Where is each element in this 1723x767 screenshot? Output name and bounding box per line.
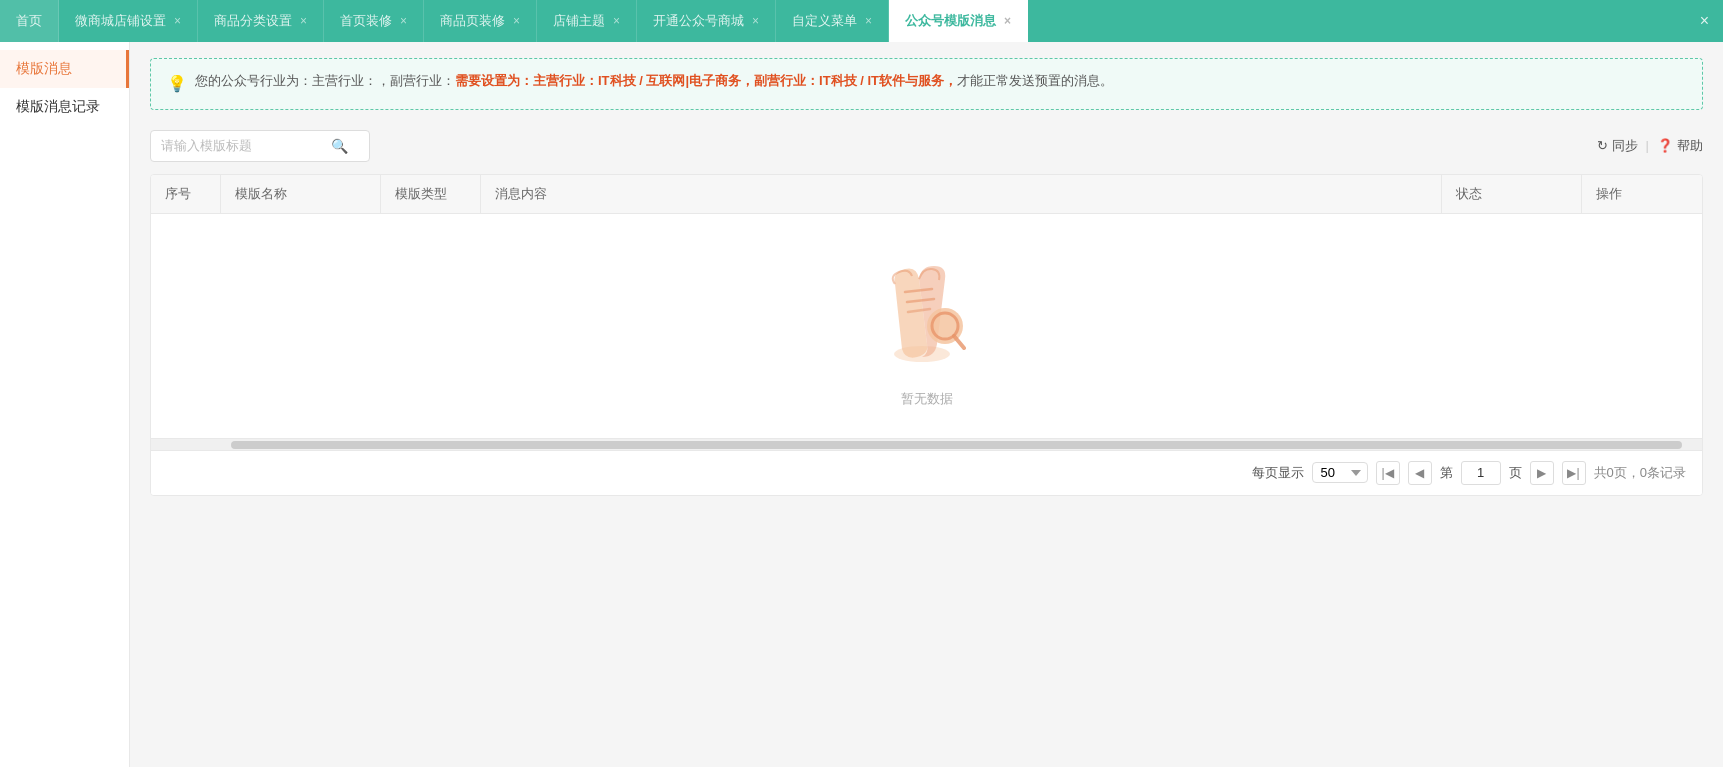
table-container: 序号模版名称模版类型消息内容状态操作 xyxy=(150,174,1703,496)
search-box: 🔍 xyxy=(150,130,370,162)
close-tab-icon-shop-theme[interactable]: × xyxy=(613,14,620,28)
alert-text: 您的公众号行业为：主营行业：，副营行业：需要设置为：主营行业：IT科技 / 互联… xyxy=(195,71,1113,92)
bulb-icon: 💡 xyxy=(167,71,187,97)
last-page-button[interactable]: ▶| xyxy=(1562,461,1586,485)
divider: | xyxy=(1646,138,1649,153)
alert-banner: 💡 您的公众号行业为：主营行业：，副营行业：需要设置为：主营行业：IT科技 / … xyxy=(150,58,1703,110)
sync-icon: ↻ xyxy=(1597,138,1608,153)
page-suffix: 页 xyxy=(1509,464,1522,482)
close-tab-icon-home-decor[interactable]: × xyxy=(400,14,407,28)
pagination: 每页显示 50 10 20 100 |◀ ◀ 第 页 ▶ ▶| 共0页，0条记录 xyxy=(151,450,1702,495)
th-name: 模版名称 xyxy=(221,175,381,213)
th-status: 状态 xyxy=(1442,175,1582,213)
close-tab-icon-open-mall[interactable]: × xyxy=(752,14,759,28)
svg-line-6 xyxy=(954,336,964,348)
close-tab-icon-custom-menu[interactable]: × xyxy=(865,14,872,28)
help-icon: ❓ xyxy=(1657,138,1673,153)
help-button[interactable]: ❓ 帮助 xyxy=(1657,137,1703,155)
nav-tab-template-msg[interactable]: 公众号模版消息 × xyxy=(889,0,1028,42)
sync-label: 同步 xyxy=(1612,137,1638,155)
close-tab-icon-template-msg[interactable]: × xyxy=(1004,14,1011,28)
close-all-button[interactable]: × xyxy=(1686,0,1723,42)
total-label: 共0页，0条记录 xyxy=(1594,464,1686,482)
sidebar: 模版消息模版消息记录 xyxy=(0,42,130,767)
nav-tab-open-mall[interactable]: 开通公众号商城 × xyxy=(637,0,776,42)
nav-tab-custom-menu[interactable]: 自定义菜单 × xyxy=(776,0,889,42)
main-layout: 模版消息模版消息记录 💡 您的公众号行业为：主营行业：，副营行业：需要设置为：主… xyxy=(0,42,1723,767)
horizontal-scrollbar[interactable] xyxy=(151,438,1702,450)
nav-tab-wechat-shop[interactable]: 微商城店铺设置 × xyxy=(59,0,198,42)
close-tab-icon-wechat-shop[interactable]: × xyxy=(174,14,181,28)
empty-illustration xyxy=(867,254,987,374)
content-area: 💡 您的公众号行业为：主营行业：，副营行业：需要设置为：主营行业：IT科技 / … xyxy=(130,42,1723,767)
prev-page-button[interactable]: ◀ xyxy=(1408,461,1432,485)
sync-button[interactable]: ↻ 同步 xyxy=(1597,137,1638,155)
th-index: 序号 xyxy=(151,175,221,213)
next-page-button[interactable]: ▶ xyxy=(1530,461,1554,485)
search-icon[interactable]: 🔍 xyxy=(331,138,348,154)
close-tab-icon-product-category[interactable]: × xyxy=(300,14,307,28)
sidebar-item-template-log[interactable]: 模版消息记录 xyxy=(0,88,129,126)
search-area: 🔍 ↻ 同步 | ❓ 帮助 xyxy=(150,130,1703,162)
th-type: 模版类型 xyxy=(381,175,481,213)
nav-tab-home-decor[interactable]: 首页装修 × xyxy=(324,0,424,42)
sidebar-item-template-msg[interactable]: 模版消息 xyxy=(0,50,129,88)
nav-tab-product-decor[interactable]: 商品页装修 × xyxy=(424,0,537,42)
empty-text: 暂无数据 xyxy=(901,390,953,408)
table-header: 序号模版名称模版类型消息内容状态操作 xyxy=(151,175,1702,214)
search-input[interactable] xyxy=(161,138,331,153)
page-number-input[interactable] xyxy=(1461,461,1501,485)
nav-tab-shop-theme[interactable]: 店铺主题 × xyxy=(537,0,637,42)
first-page-button[interactable]: |◀ xyxy=(1376,461,1400,485)
scrollbar-thumb[interactable] xyxy=(231,441,1682,449)
th-content: 消息内容 xyxy=(481,175,1442,213)
close-tab-icon-product-decor[interactable]: × xyxy=(513,14,520,28)
help-label: 帮助 xyxy=(1677,137,1703,155)
page-size-select[interactable]: 50 10 20 100 xyxy=(1312,462,1368,483)
page-label: 第 xyxy=(1440,464,1453,482)
nav-tab-home[interactable]: 首页 xyxy=(0,0,59,42)
th-action: 操作 xyxy=(1582,175,1702,213)
top-nav: 首页微商城店铺设置 ×商品分类设置 ×首页装修 ×商品页装修 ×店铺主题 ×开通… xyxy=(0,0,1723,42)
toolbar-right: ↻ 同步 | ❓ 帮助 xyxy=(1597,137,1703,155)
page-size-label: 每页显示 xyxy=(1252,464,1304,482)
nav-tab-product-category[interactable]: 商品分类设置 × xyxy=(198,0,324,42)
empty-state: 暂无数据 xyxy=(151,214,1702,438)
